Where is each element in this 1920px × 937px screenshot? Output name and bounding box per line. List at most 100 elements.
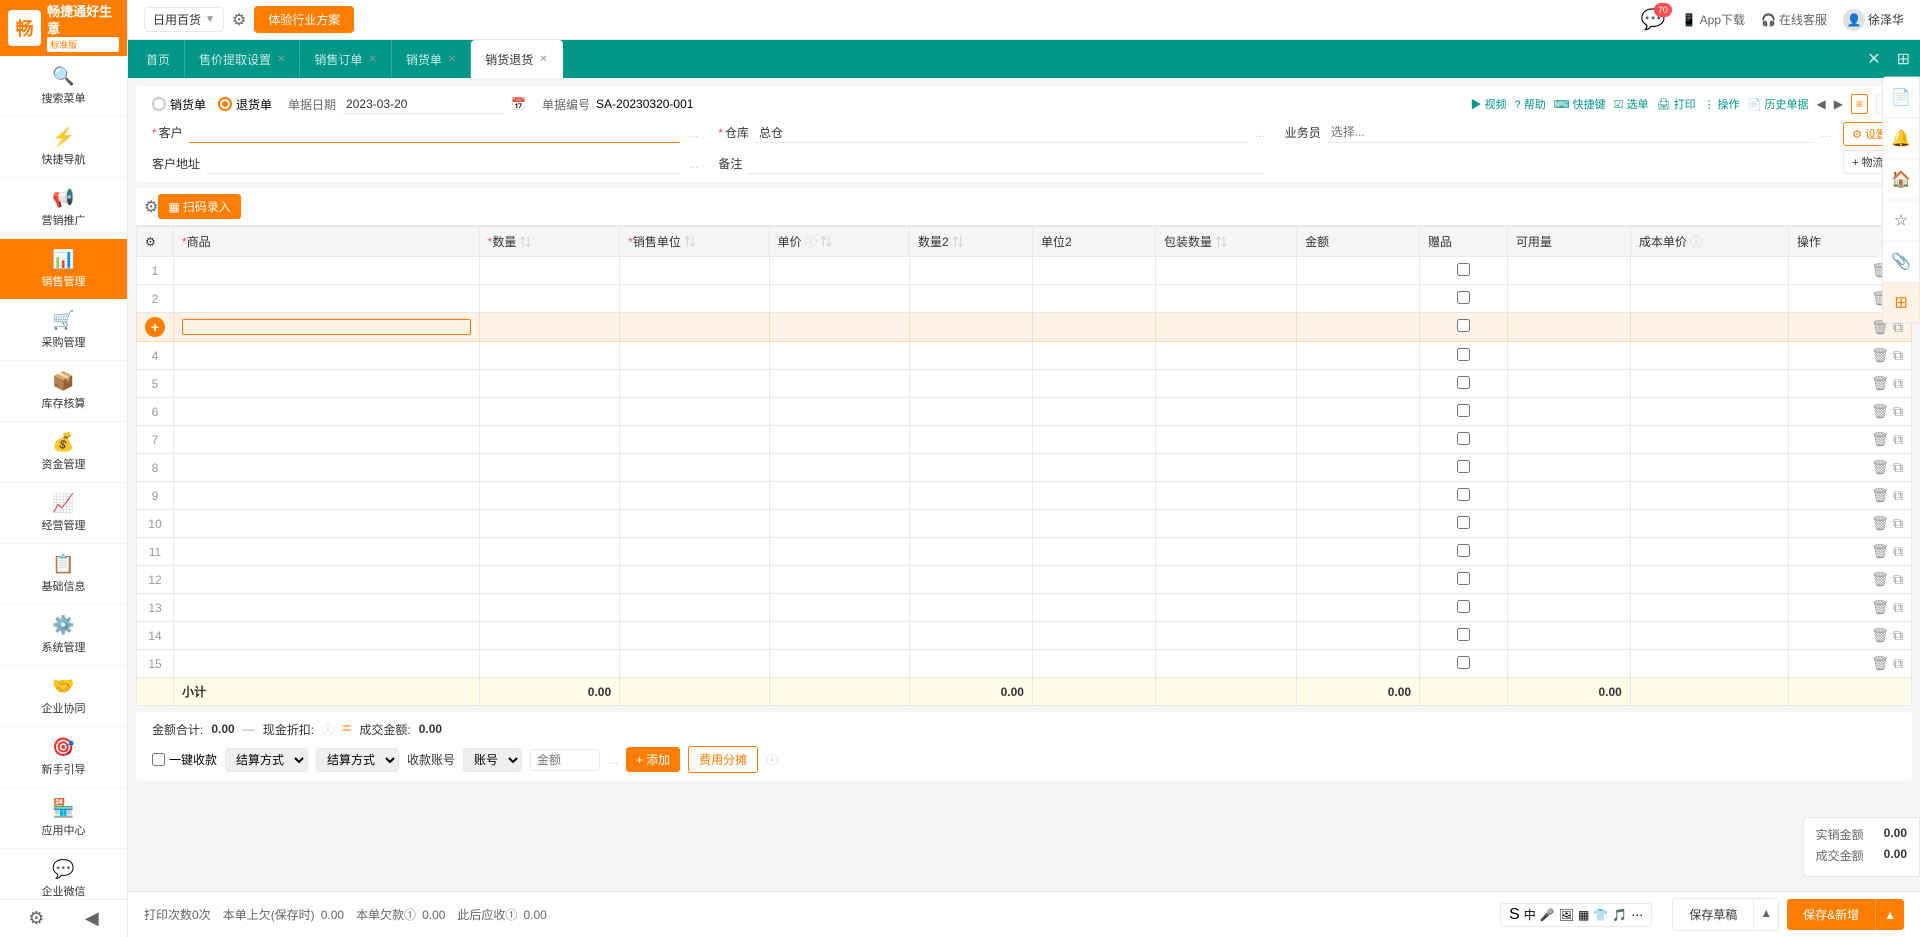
amount-cell[interactable] — [1297, 285, 1420, 313]
gift-cell[interactable] — [1420, 285, 1508, 313]
sidebar-item-appstore[interactable]: 🏪 应用中心 — [0, 788, 127, 849]
gift-checkbox[interactable] — [1457, 376, 1470, 389]
tab-close-icon[interactable]: ✕ — [539, 54, 547, 65]
staff-input[interactable] — [1327, 122, 1813, 143]
save-new-arrow[interactable]: ▲ — [1875, 899, 1904, 930]
quick-doc-icon[interactable]: 📄 — [1883, 78, 1919, 119]
select-link[interactable]: ☑ 选单 — [1614, 96, 1649, 112]
sort-handle-unit[interactable]: ⇅ — [684, 235, 696, 249]
sidebar-item-shortcut[interactable]: ⚡ 快捷导航 — [0, 117, 127, 178]
gift-checkbox[interactable] — [1457, 460, 1470, 473]
available-cell[interactable] — [1507, 285, 1630, 313]
tab-sales-delivery[interactable]: 销货单 ✕ — [392, 40, 471, 78]
quick-active-icon[interactable]: ⊞ — [1883, 283, 1919, 323]
qty2-cell[interactable] — [910, 313, 1033, 342]
amount-cell[interactable] — [1297, 257, 1420, 285]
sidebar-item-inventory[interactable]: 📦 库存核算 — [0, 361, 127, 422]
copy-icon[interactable]: ⧉ — [1893, 347, 1903, 364]
feefen-btn[interactable]: 费用分摊 — [688, 746, 758, 773]
prev-icon[interactable]: ◀ — [1816, 97, 1825, 111]
quick-bell-icon[interactable]: 🔔 — [1883, 119, 1919, 160]
product-cell[interactable] — [174, 257, 480, 285]
save-draft-btn[interactable]: 保存草稿 — [1673, 899, 1754, 930]
copy-icon[interactable]: ⧉ — [1893, 487, 1903, 504]
quick-clip-icon[interactable]: 📎 — [1883, 242, 1919, 283]
sort-handle-qty2[interactable]: ⇅ — [952, 235, 964, 249]
pack-qty-cell[interactable] — [1155, 313, 1296, 342]
exp-btn[interactable]: 体验行业方案 — [254, 6, 354, 33]
next-icon[interactable]: ▶ — [1834, 97, 1843, 111]
copy-icon[interactable]: ⧉ — [1893, 571, 1903, 588]
gift-checkbox[interactable] — [1457, 348, 1470, 361]
staff-dots[interactable]: ... — [1821, 126, 1831, 140]
remark-input[interactable] — [748, 153, 1264, 174]
delete-icon[interactable]: 🗑 — [1871, 375, 1889, 392]
date-input[interactable] — [342, 95, 505, 114]
address-dots[interactable]: ... — [688, 157, 698, 171]
unit2-cell[interactable] — [1032, 285, 1155, 313]
copy-icon[interactable]: ⧉ — [1893, 627, 1903, 644]
calc-sub-select[interactable]: 结算方式 — [316, 748, 399, 772]
sidebar-item-newguide[interactable]: 🎯 新手引导 — [0, 727, 127, 788]
unit2-cell[interactable] — [1032, 257, 1155, 285]
copy-icon[interactable]: ⧉ — [1893, 431, 1903, 448]
unit-price-cell[interactable] — [769, 257, 910, 285]
gift-cell[interactable] — [1420, 257, 1508, 285]
copy-icon[interactable]: ⧉ — [1893, 515, 1903, 532]
sales-unit-cell[interactable] — [620, 257, 769, 285]
tab-price-setting[interactable]: 售价提取设置 ✕ — [185, 40, 300, 78]
view-toggle-list[interactable]: ≡ — [1851, 94, 1868, 114]
copy-icon[interactable]: ⧉ — [1893, 403, 1903, 420]
tab-close-btn[interactable]: ✕ — [1861, 47, 1886, 71]
product-cell[interactable] — [174, 313, 480, 342]
available-cell[interactable] — [1507, 257, 1630, 285]
tab-close-icon[interactable]: ✕ — [368, 54, 376, 65]
quick-star-icon[interactable]: ☆ — [1883, 201, 1919, 242]
calc-method-select[interactable]: 结算方式 — [225, 748, 308, 772]
calendar-icon[interactable]: 📅 — [511, 97, 526, 111]
warehouse-dots[interactable]: ... — [1255, 126, 1265, 140]
category-select[interactable]: 日用百货 ▼ — [144, 7, 224, 32]
gift-checkbox[interactable] — [1457, 516, 1470, 529]
radio-delivery[interactable]: 销货单 — [152, 96, 206, 113]
gift-checkbox[interactable] — [1457, 656, 1470, 669]
customer-dots[interactable]: ... — [688, 126, 698, 140]
shortcut-link[interactable]: ⌨ 快捷键 — [1554, 96, 1606, 112]
copy-icon[interactable]: ⧉ — [1893, 655, 1903, 672]
qty2-cell[interactable] — [910, 257, 1033, 285]
barcode-entry-btn[interactable]: ▦ 扫码录入 — [158, 194, 240, 219]
account-dots[interactable]: ... — [608, 753, 618, 767]
gift-checkbox[interactable] — [1457, 544, 1470, 557]
quantity-cell[interactable] — [479, 313, 620, 342]
tab-close-icon[interactable]: ✕ — [448, 54, 456, 65]
delete-icon[interactable]: 🗑 — [1871, 459, 1889, 476]
sidebar-item-search[interactable]: 🔍 搜索菜单 — [0, 56, 127, 117]
print-link[interactable]: 🖨 打印 — [1657, 96, 1696, 112]
delete-icon[interactable]: 🗑 — [1871, 655, 1889, 672]
app-download-btn[interactable]: 📱 App下载 — [1682, 11, 1745, 28]
copy-icon[interactable]: ⧉ — [1893, 375, 1903, 392]
cost-price-cell[interactable] — [1630, 257, 1788, 285]
help-link[interactable]: ? 帮助 — [1515, 96, 1546, 112]
sidebar-item-finance[interactable]: 💰 资金管理 — [0, 422, 127, 483]
sales-unit-cell[interactable] — [620, 313, 769, 342]
sidebar-item-sales[interactable]: 📊 销售管理 — [0, 239, 127, 300]
cost-price-cell[interactable] — [1630, 313, 1788, 342]
sort-handle-price[interactable]: ⇅ — [820, 235, 832, 249]
gift-checkbox[interactable] — [1457, 488, 1470, 501]
sort-handle-pack[interactable]: ⇅ — [1215, 235, 1227, 249]
amount-input[interactable] — [530, 749, 600, 771]
copy-icon[interactable]: ⧉ — [1893, 459, 1903, 476]
add-payment-btn[interactable]: + 添加 — [626, 747, 680, 772]
video-link[interactable]: ▶ 视频 — [1470, 96, 1506, 112]
tab-sales-return[interactable]: 销货退货 ✕ — [471, 40, 562, 78]
tab-expand-icon[interactable]: ⊞ — [1891, 47, 1916, 71]
gift-checkbox[interactable] — [1457, 319, 1470, 332]
gift-checkbox[interactable] — [1457, 432, 1470, 445]
gift-checkbox[interactable] — [1457, 600, 1470, 613]
table-gear-icon[interactable]: ⚙ — [144, 197, 158, 217]
qty2-cell[interactable] — [910, 285, 1033, 313]
delete-icon[interactable]: 🗑 — [1871, 571, 1889, 588]
save-draft-arrow[interactable]: ▲ — [1754, 899, 1778, 930]
available-cell[interactable] — [1507, 313, 1630, 342]
